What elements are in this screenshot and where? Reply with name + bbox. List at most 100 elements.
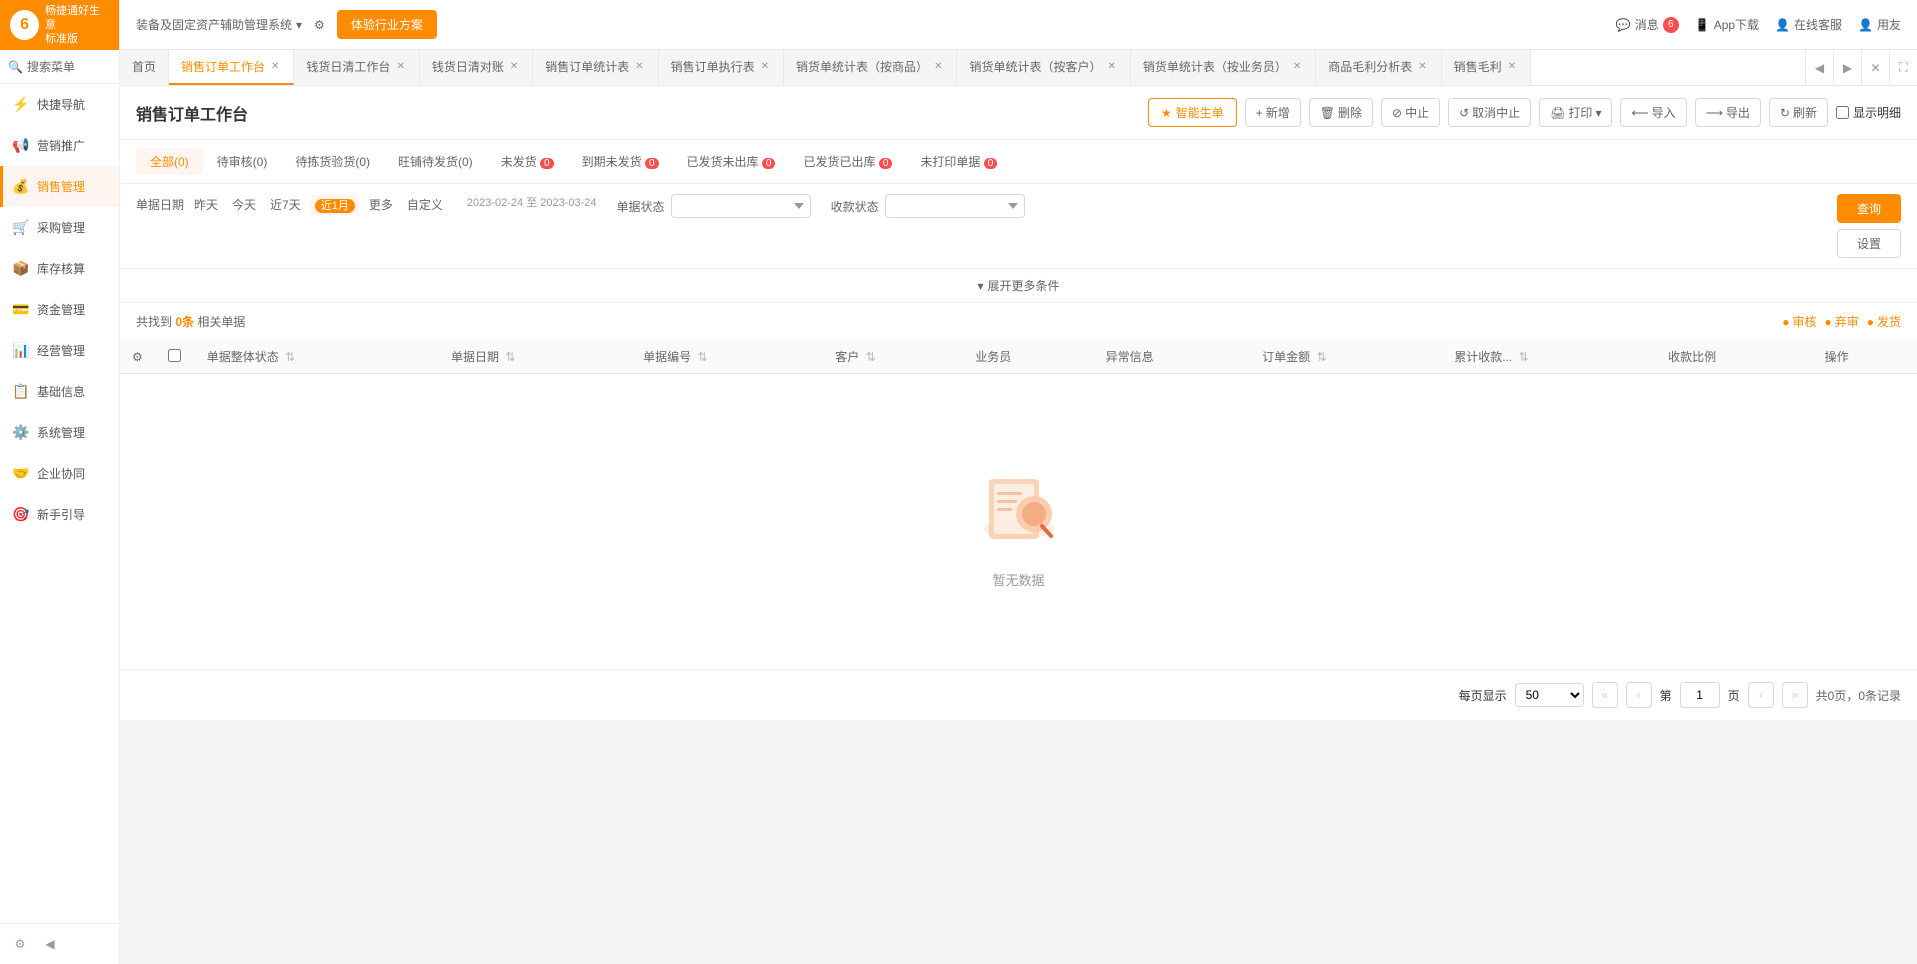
tab-fullscreen-button[interactable]: ⛶ — [1889, 50, 1917, 86]
page-number-input[interactable] — [1680, 682, 1720, 708]
delete-button[interactable]: 🗑 删除 — [1309, 98, 1373, 127]
tab-close-sales-workbench[interactable]: ✕ — [269, 59, 281, 74]
page-size-select[interactable]: 50 10 20 100 — [1515, 683, 1584, 707]
tab-next-button[interactable]: ▶ — [1833, 50, 1861, 86]
tab-sales-gross[interactable]: 销售毛利 ✕ — [1442, 50, 1531, 85]
sub-tab-unprinted[interactable]: 未打印单据 0 — [906, 148, 1011, 175]
tab-sales-summary-product[interactable]: 销货单统计表（按商品） ✕ — [784, 50, 957, 85]
tab-close-sales-summary-staff[interactable]: ✕ — [1291, 59, 1303, 74]
tab-gross-profit[interactable]: 商品毛利分析表 ✕ — [1316, 50, 1441, 85]
tab-sales-exec[interactable]: 销售订单执行表 ✕ — [659, 50, 784, 85]
page-next-button[interactable]: › — [1748, 682, 1774, 708]
cancel-stop-button[interactable]: ↺ 取消中止 — [1448, 98, 1531, 127]
settings-icon[interactable]: ⚙ — [10, 934, 30, 954]
show-detail-label[interactable]: 显示明细 — [1836, 104, 1901, 121]
sidebar-item-enterprise[interactable]: 🤝 企业协同 — [0, 453, 119, 494]
tab-close-sales-summary-customer[interactable]: ✕ — [1105, 59, 1117, 74]
tab-cash-reconcile[interactable]: 钱货日清对账 ✕ — [420, 50, 533, 85]
sidebar-item-inventory[interactable]: 📦 库存核算 — [0, 248, 119, 289]
sort-status-icon[interactable]: ⇅ — [285, 350, 295, 364]
sort-received-icon[interactable]: ⇅ — [1519, 350, 1529, 364]
sub-tab-shipped-out[interactable]: 已发货已出库 0 — [789, 148, 906, 175]
tab-close-sales-summary-product[interactable]: ✕ — [932, 59, 944, 74]
tab-close-cash-daily[interactable]: ✕ — [394, 59, 406, 74]
refresh-button[interactable]: ↻ 刷新 — [1769, 98, 1828, 127]
stop-button[interactable]: ⊘ 中止 — [1381, 98, 1440, 127]
date-opt-month[interactable]: 近1月 — [311, 195, 359, 215]
select-all-checkbox[interactable] — [168, 349, 181, 362]
smart-order-button[interactable]: ★ 智能生单 — [1148, 98, 1237, 127]
message-icon: 💬 — [1616, 18, 1631, 32]
sort-amount-icon[interactable]: ⇅ — [1317, 350, 1327, 364]
quick-nav-icon: ⚡ — [13, 97, 29, 113]
date-opt-7days[interactable]: 近7天 — [266, 194, 305, 215]
tab-close-sales-gross[interactable]: ✕ — [1506, 59, 1518, 74]
industry-solution-button[interactable]: 体验行业方案 — [337, 10, 437, 39]
date-options: 昨天 今天 近7天 近1月 更多 自定义 — [190, 194, 447, 215]
page-last-button[interactable]: » — [1782, 682, 1808, 708]
ship-op-button[interactable]: ● 发货 — [1867, 313, 1901, 330]
import-button[interactable]: ⟵ 导入 — [1620, 98, 1686, 127]
sub-tab-shipped-not-out[interactable]: 已发货未出库 0 — [673, 148, 790, 175]
tab-cash-daily[interactable]: 钱货日清工作台 ✕ — [294, 50, 419, 85]
sidebar-item-base[interactable]: 📋 基础信息 — [0, 371, 119, 412]
payment-select[interactable] — [885, 194, 1025, 218]
system-title-dropdown[interactable]: 装备及固定资产辅助管理系统 ▾ — [136, 16, 302, 33]
status-select[interactable] — [671, 194, 811, 218]
print-button[interactable]: 🖨 打印 ▾ — [1539, 98, 1612, 127]
date-opt-more[interactable]: 更多 — [365, 194, 397, 215]
tab-close-sales-exec[interactable]: ✕ — [759, 59, 771, 74]
sidebar-item-quick-nav[interactable]: ⚡ 快捷导航 — [0, 84, 119, 125]
message-action[interactable]: 💬 消息 6 — [1616, 16, 1679, 33]
sidebar-item-purchase[interactable]: 🛒 采购管理 — [0, 207, 119, 248]
tab-close-cash-reconcile[interactable]: ✕ — [508, 59, 520, 74]
sub-tab-not-shipped[interactable]: 未发货 0 — [487, 148, 568, 175]
tab-sales-workbench[interactable]: 销售订单工作台 ✕ — [169, 50, 294, 85]
query-button[interactable]: 查询 — [1837, 194, 1901, 223]
sort-customer-icon[interactable]: ⇅ — [866, 350, 876, 364]
sidebar-search[interactable]: 🔍 搜索菜单 — [0, 50, 119, 84]
sub-tab-overdue[interactable]: 到期未发货 0 — [568, 148, 673, 175]
th-settings[interactable]: ⚙ — [120, 340, 155, 374]
tab-sales-stats[interactable]: 销售订单统计表 ✕ — [533, 50, 658, 85]
sidebar-item-operations[interactable]: 📊 经营管理 — [0, 330, 119, 371]
app-download-action[interactable]: 📱 App下载 — [1695, 16, 1759, 33]
collapse-icon[interactable]: ◀ — [40, 934, 60, 954]
sidebar-item-guide[interactable]: 🎯 新手引导 — [0, 494, 119, 535]
th-checkbox[interactable] — [155, 340, 195, 374]
user-action[interactable]: 👤 用友 — [1858, 16, 1901, 33]
sidebar-item-system[interactable]: ⚙️ 系统管理 — [0, 412, 119, 453]
tab-prev-button[interactable]: ◀ — [1805, 50, 1833, 86]
settings-btn[interactable]: ⚙ — [314, 18, 325, 32]
sub-tab-pending-inspect[interactable]: 待拣货验货(0) — [281, 148, 384, 175]
sidebar-item-marketing[interactable]: 📢 营销推广 — [0, 125, 119, 166]
date-opt-today[interactable]: 今天 — [228, 194, 260, 215]
online-service-action[interactable]: 👤 在线客服 — [1775, 16, 1842, 33]
page-first-button[interactable]: « — [1592, 682, 1618, 708]
tab-close-gross-profit[interactable]: ✕ — [1416, 59, 1428, 74]
show-detail-checkbox[interactable] — [1836, 106, 1849, 119]
tab-home[interactable]: 首页 — [120, 50, 169, 85]
page-prev-button[interactable]: ‹ — [1626, 682, 1652, 708]
sort-date-icon[interactable]: ⇅ — [505, 350, 515, 364]
sub-tab-wangpu[interactable]: 旺铺待发货(0) — [384, 148, 487, 175]
tab-sales-summary-staff[interactable]: 销货单统计表（按业务员） ✕ — [1131, 50, 1316, 85]
sidebar-item-sales[interactable]: 💰 销售管理 — [0, 166, 119, 207]
date-opt-custom[interactable]: 自定义 — [403, 194, 447, 215]
sub-tab-pending-review[interactable]: 待审核(0) — [203, 148, 282, 175]
review-op-button[interactable]: ● 审核 — [1782, 313, 1816, 330]
system-title-text: 装备及固定资产辅助管理系统 — [136, 16, 292, 33]
tab-close-all-button[interactable]: ✕ — [1861, 50, 1889, 86]
sidebar-item-finance[interactable]: 💳 资金管理 — [0, 289, 119, 330]
inventory-icon: 📦 — [13, 261, 29, 277]
expand-conditions-button[interactable]: ▾ 展开更多条件 — [977, 277, 1059, 294]
tab-close-sales-stats[interactable]: ✕ — [633, 59, 645, 74]
sub-tab-all[interactable]: 全部(0) — [136, 148, 203, 175]
tab-sales-summary-customer[interactable]: 销货单统计表（按客户） ✕ — [957, 50, 1130, 85]
set-button[interactable]: 设置 — [1837, 229, 1901, 258]
date-opt-yesterday[interactable]: 昨天 — [190, 194, 222, 215]
export-button[interactable]: ⟶ 导出 — [1695, 98, 1761, 127]
add-button[interactable]: + 新增 — [1245, 98, 1301, 127]
unreviewed-op-button[interactable]: ● 弃审 — [1824, 313, 1858, 330]
sort-number-icon[interactable]: ⇅ — [698, 350, 708, 364]
